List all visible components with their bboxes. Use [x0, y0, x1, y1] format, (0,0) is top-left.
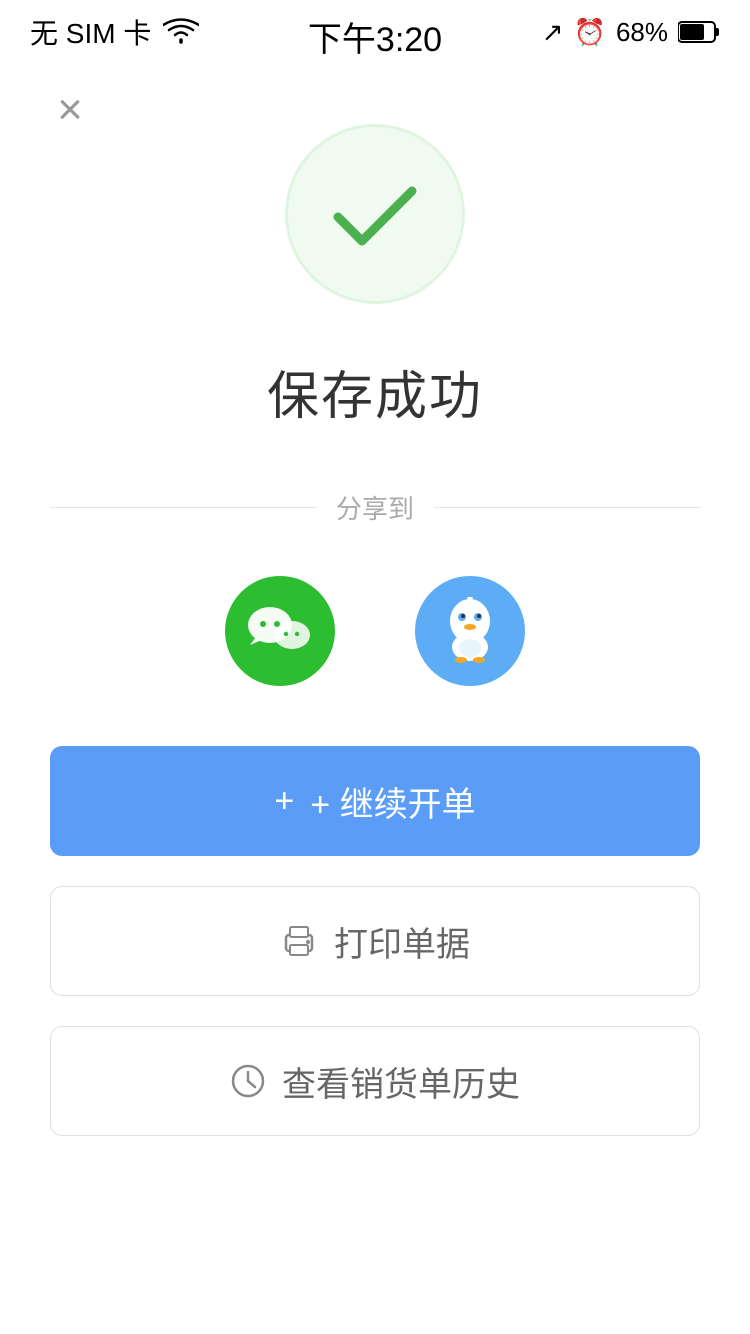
status-left: 无 SIM 卡	[30, 12, 199, 52]
close-icon: ×	[57, 88, 83, 132]
divider-right	[434, 507, 700, 508]
carrier-text: 无 SIM 卡	[30, 12, 151, 52]
checkmark-icon	[330, 179, 420, 249]
wifi-icon	[163, 18, 199, 46]
alarm-icon: ⏰	[574, 17, 606, 48]
share-label: 分享到	[316, 489, 434, 526]
continue-label: + 继续开单	[310, 777, 475, 826]
close-button[interactable]: ×	[40, 80, 100, 140]
divider-left	[50, 507, 316, 508]
qq-icon	[441, 597, 499, 665]
success-title: 保存成功	[267, 354, 483, 429]
main-content: 保存成功 分享到	[0, 64, 750, 1136]
wechat-share-button[interactable]	[225, 576, 335, 686]
wechat-icon	[246, 603, 314, 659]
share-section: 分享到	[0, 489, 750, 686]
share-icons	[0, 576, 750, 686]
status-bar: 无 SIM 卡 下午3:20 ↗ ⏰ 68%	[0, 0, 750, 64]
print-label: 打印单据	[334, 917, 470, 966]
battery-text: 68%	[616, 17, 668, 48]
success-circle	[285, 124, 465, 304]
actions: + + 继续开单 打印单据 查看销货单历史	[0, 746, 750, 1136]
battery-icon	[678, 21, 720, 43]
location-icon: ↗	[542, 17, 564, 48]
share-divider: 分享到	[0, 489, 750, 526]
status-time: 下午3:20	[308, 12, 442, 61]
qq-share-button[interactable]	[415, 576, 525, 686]
print-icon	[280, 923, 318, 959]
history-button[interactable]: 查看销货单历史	[50, 1026, 700, 1136]
status-right: ↗ ⏰ 68%	[542, 17, 720, 48]
continue-button[interactable]: + + 继续开单	[50, 746, 700, 856]
history-label: 查看销货单历史	[282, 1057, 520, 1106]
print-button[interactable]: 打印单据	[50, 886, 700, 996]
history-icon	[230, 1063, 266, 1099]
continue-icon: +	[274, 782, 294, 821]
